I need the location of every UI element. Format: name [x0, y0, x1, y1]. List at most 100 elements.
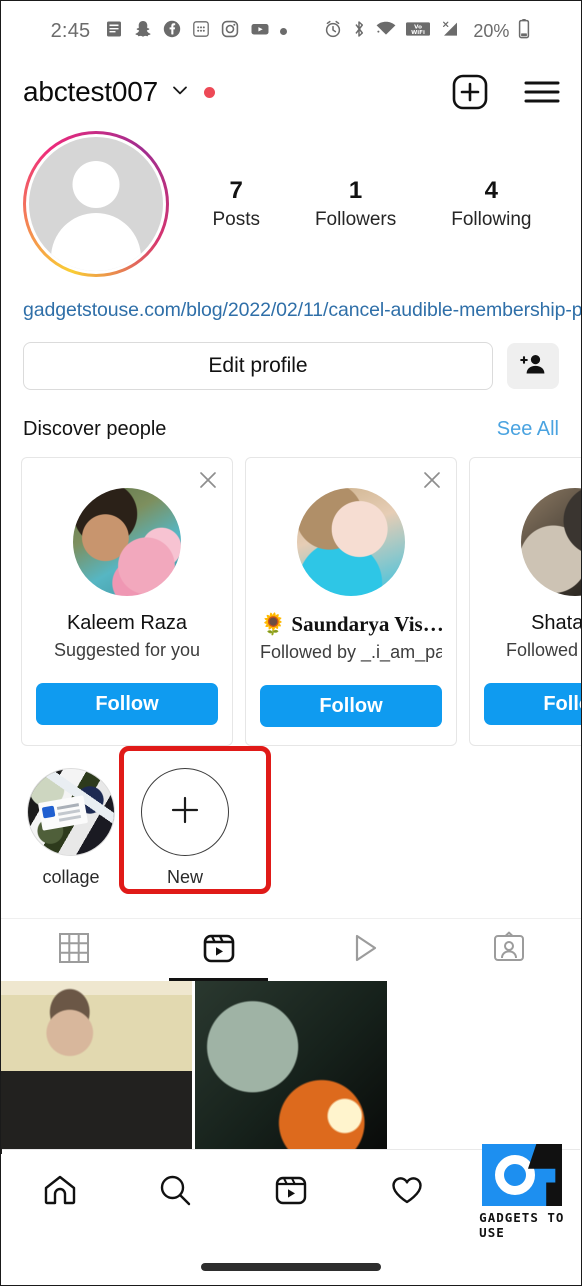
reel-thumbnail-empty	[389, 981, 581, 1154]
nav-profile-watermark[interactable]: GADGETS TO USE	[464, 1144, 580, 1240]
news-icon	[104, 19, 124, 44]
vowifi-icon: Vo WiFi	[405, 19, 431, 44]
profile-tabs	[1, 918, 581, 981]
reels-icon	[273, 1172, 309, 1213]
profile-header: abctest007	[1, 61, 581, 123]
stat-label: Following	[451, 209, 532, 231]
suggested-user-name: Kaleem Raza	[66, 612, 188, 634]
stat-value: 7	[229, 176, 243, 204]
plus-icon	[167, 792, 203, 833]
nav-search[interactable]	[118, 1164, 234, 1220]
reels-icon	[201, 930, 237, 971]
edit-profile-button[interactable]: Edit profile	[23, 342, 493, 390]
suggested-user-name: Shatakshi	[531, 612, 581, 634]
discover-people-title: Discover people	[23, 418, 167, 440]
nav-activity[interactable]	[349, 1164, 465, 1220]
signal-x-icon	[439, 19, 461, 44]
avatar-head-shape	[72, 161, 120, 208]
status-notification-icons	[104, 19, 288, 44]
close-icon[interactable]	[196, 468, 220, 497]
battery-icon	[517, 18, 531, 45]
reel-thumbnail-2[interactable]	[195, 981, 387, 1154]
close-icon[interactable]	[420, 468, 444, 497]
status-system-icons: Vo WiFi 20%	[323, 18, 531, 45]
status-time: 2:45	[50, 19, 91, 42]
snapchat-icon	[133, 19, 153, 44]
discover-people-header: Discover people See All	[1, 390, 581, 441]
stat-value: 4	[484, 176, 499, 204]
new-highlight-circle[interactable]	[141, 768, 229, 856]
svg-text:WiFi: WiFi	[411, 30, 425, 36]
play-icon	[346, 930, 382, 971]
suggested-user-subtitle: Followed by _.i…	[505, 640, 581, 660]
home-indicator[interactable]	[201, 1263, 381, 1271]
home-icon	[41, 1171, 79, 1214]
suggested-user-card[interactable]: Kaleem Raza Suggested for you Follow	[21, 457, 233, 746]
avatar-inner	[26, 134, 166, 274]
grid-icon	[57, 931, 91, 970]
tagged-person-icon	[492, 931, 526, 970]
profile-actions: Edit profile	[1, 322, 581, 390]
follow-button[interactable]: Follow	[260, 685, 442, 727]
alarm-icon	[323, 19, 343, 44]
gadgets-to-use-watermark: GADGETS TO USE	[479, 1144, 565, 1240]
status-badge	[204, 86, 215, 98]
suggested-user-card[interactable]: Shatakshi Followed by _.i… Follow	[469, 457, 581, 746]
highlight-new-button[interactable]: New	[137, 768, 233, 888]
profile-stats: 7 Posts 1 Followers 4 Following	[169, 175, 559, 233]
more-dot-icon	[280, 27, 288, 35]
suggested-user-avatar[interactable]	[521, 488, 581, 596]
avatar-body-shape	[51, 213, 141, 271]
stat-value: 1	[348, 176, 363, 204]
highlight-label: collage	[42, 867, 100, 887]
facebook-icon	[162, 19, 182, 44]
plus-box-icon[interactable]	[451, 73, 489, 111]
story-highlights: collage New	[1, 746, 581, 894]
suggested-user-card[interactable]: 🌻 Saundarya Vis… Followed by _.i_am_para…	[245, 457, 457, 746]
tagged-tab[interactable]	[436, 919, 581, 981]
see-all-link[interactable]: See All	[497, 418, 559, 441]
discover-people-carousel[interactable]: Kaleem Raza Suggested for you Follow 🌻 S…	[1, 441, 581, 746]
search-icon	[156, 1171, 194, 1214]
youtube-icon	[249, 19, 271, 44]
gadgets-to-use-logo-icon	[482, 1144, 563, 1206]
stat-followers[interactable]: 1 Followers	[315, 175, 396, 233]
suggested-user-name: 🌻 Saundarya Vis…	[260, 612, 442, 636]
instagram-profile-screen: 2:45 Vo WiFi 20% abctest007 7 Posts 1 Fo…	[0, 0, 582, 1286]
igtv-tab[interactable]	[291, 919, 436, 981]
default-avatar-icon	[29, 137, 163, 271]
follow-button[interactable]: Follow	[484, 683, 581, 725]
heart-icon	[388, 1171, 426, 1214]
battery-percent-label: 20%	[473, 20, 510, 41]
keypad-icon	[191, 19, 211, 44]
add-person-icon	[519, 352, 547, 381]
suggested-user-subtitle: Followed by _.i_am_paras	[260, 642, 442, 662]
suggested-user-subtitle: Suggested for you	[53, 640, 201, 660]
profile-summary: 7 Posts 1 Followers 4 Following	[1, 123, 581, 277]
nav-reels[interactable]	[233, 1164, 349, 1220]
stat-following[interactable]: 4 Following	[451, 175, 531, 233]
highlight-collage[interactable]: collage	[23, 768, 119, 888]
nav-home[interactable]	[2, 1164, 118, 1220]
grid-tab[interactable]	[1, 919, 146, 981]
username-label[interactable]: abctest007	[23, 76, 158, 108]
instagram-icon	[220, 19, 240, 44]
suggested-user-avatar[interactable]	[73, 488, 181, 596]
avatar[interactable]	[23, 131, 169, 277]
stat-label: Followers	[314, 209, 397, 231]
watermark-text: GADGETS TO USE	[479, 1210, 565, 1240]
highlight-label: New	[166, 867, 203, 887]
bluetooth-icon	[351, 19, 367, 44]
hamburger-menu-icon[interactable]	[523, 76, 561, 108]
stat-posts[interactable]: 7 Posts	[212, 175, 260, 233]
reels-tab[interactable]	[146, 919, 291, 981]
add-person-button[interactable]	[507, 343, 559, 389]
reels-grid	[1, 981, 581, 1154]
highlight-cover	[27, 768, 115, 856]
reel-thumbnail-1[interactable]	[1, 981, 193, 1154]
wifi-icon	[375, 19, 397, 44]
follow-button[interactable]: Follow	[36, 683, 218, 725]
bio-link[interactable]: gadgetstouse.com/blog/2022/02/11/cancel-…	[1, 277, 581, 322]
suggested-user-avatar[interactable]	[297, 488, 405, 596]
chevron-down-icon[interactable]	[169, 79, 191, 106]
